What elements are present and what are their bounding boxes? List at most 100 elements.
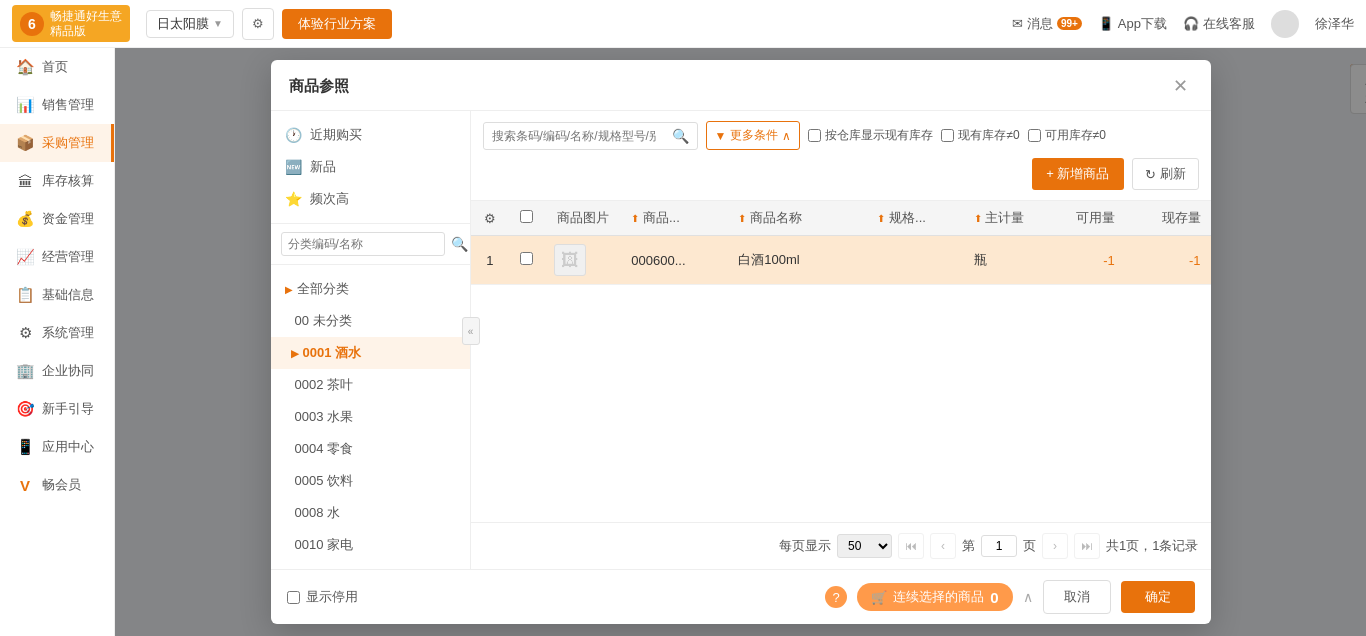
sort-icon: ⬆ — [738, 213, 746, 224]
cat-alcohol[interactable]: ▶ 0001 酒水 — [271, 337, 470, 369]
cat-all[interactable]: ▶ 全部分类 — [271, 273, 470, 305]
nav-selector[interactable]: 日太阳膜 ▼ — [146, 10, 234, 38]
table-row[interactable]: 1 🖼 000600... 白酒100ml — [471, 236, 1211, 285]
col-header-unit[interactable]: ⬆ 主计量 — [964, 201, 1040, 236]
sidebar-label: 新手引导 — [42, 400, 94, 418]
sidebar-item-collab[interactable]: 🏢 企业协同 — [0, 352, 114, 390]
category-search-icon[interactable]: 🔍 — [451, 236, 468, 252]
page-last-button[interactable]: ⏭ — [1074, 533, 1100, 559]
add-product-button[interactable]: + 新增商品 — [1032, 158, 1123, 190]
col-header-available: 可用量 — [1039, 201, 1125, 236]
cat-tea[interactable]: 0002 茶叶 — [271, 369, 470, 401]
settings-icon[interactable]: ⚙ — [242, 8, 274, 40]
cat-drinks[interactable]: 0005 饮料 — [271, 465, 470, 497]
show-disabled-checkbox[interactable] — [287, 591, 300, 604]
cat-uncategorized[interactable]: 00 未分类 — [271, 305, 470, 337]
existing-stock-checkbox[interactable] — [941, 129, 954, 142]
row-checkbox[interactable] — [509, 236, 544, 285]
sidebar-item-system[interactable]: ⚙ 系统管理 — [0, 314, 114, 352]
sidebar-item-home[interactable]: 🏠 首页 — [0, 48, 114, 86]
sidebar-label: 企业协同 — [42, 362, 94, 380]
col-header-code[interactable]: ⬆ 商品... — [621, 201, 728, 236]
row-select-checkbox[interactable] — [520, 252, 533, 265]
refresh-button[interactable]: ↻ 刷新 — [1132, 158, 1199, 190]
warehouse-stock-checkbox[interactable] — [808, 129, 821, 142]
cat-fruit[interactable]: 0003 水果 — [271, 401, 470, 433]
left-panel: 🕐 近期购买 🆕 新品 ⭐ 频次高 « — [271, 111, 471, 569]
cta-button[interactable]: 体验行业方案 — [282, 9, 392, 39]
cat-snacks[interactable]: 0004 零食 — [271, 433, 470, 465]
sidebar-item-inventory[interactable]: 🏛 库存核算 — [0, 162, 114, 200]
sidebar-item-base[interactable]: 📋 基础信息 — [0, 276, 114, 314]
logo-area[interactable]: 6 畅捷通好生意 精品版 — [12, 5, 130, 42]
app-download-btn[interactable]: 📱 App下载 — [1098, 15, 1167, 33]
sidebar-label: 基础信息 — [42, 286, 94, 304]
filter-label: 更多条件 — [730, 127, 778, 144]
modal-header: 商品参照 ✕ — [271, 60, 1211, 111]
row-spec — [867, 236, 963, 285]
collab-icon: 🏢 — [16, 362, 34, 380]
confirm-button[interactable]: 确定 — [1121, 581, 1195, 613]
modal-overlay: 商品参照 ✕ 🕐 近期购买 🆕 新品 — [115, 48, 1366, 636]
sidebar-item-sales[interactable]: 📊 销售管理 — [0, 86, 114, 124]
page-first-button[interactable]: ⏮ — [898, 533, 924, 559]
col-label: 商品名称 — [750, 210, 802, 225]
quick-item-frequent[interactable]: ⭐ 频次高 — [271, 183, 470, 215]
col-header-name[interactable]: ⬆ 商品名称 — [728, 201, 867, 236]
appcenter-icon: 📱 — [16, 438, 34, 456]
cat-water[interactable]: 0008 水 — [271, 497, 470, 529]
right-panel: 🔍 ▼ 更多条件 ∧ 按仓库显示现有库存 — [471, 111, 1211, 569]
settings-icon[interactable]: ⚙ — [484, 211, 496, 226]
row-stock: -1 — [1125, 236, 1211, 285]
col-header-image: 商品图片 — [544, 201, 621, 236]
checkbox-available-stock[interactable]: 可用库存≠0 — [1028, 127, 1106, 144]
sidebar-item-purchase[interactable]: 📦 采购管理 — [0, 124, 114, 162]
online-service-btn[interactable]: 🎧 在线客服 — [1183, 15, 1255, 33]
col-header-spec[interactable]: ⬆ 规格... — [867, 201, 963, 236]
sidebar-item-finance[interactable]: 💰 资金管理 — [0, 200, 114, 238]
quick-item-recent[interactable]: 🕐 近期购买 — [271, 119, 470, 151]
collapse-panel-button[interactable]: « — [462, 317, 480, 345]
sidebar-label: 系统管理 — [42, 324, 94, 342]
cart-area[interactable]: 🛒 连续选择的商品 0 — [857, 583, 1012, 611]
select-all-checkbox[interactable] — [520, 210, 533, 223]
page-number-input[interactable] — [981, 535, 1017, 557]
messages-btn[interactable]: ✉ 消息 99+ — [1012, 15, 1082, 33]
logo-icon: 6 — [20, 12, 44, 36]
page-next-button[interactable]: › — [1042, 533, 1068, 559]
quick-item-new[interactable]: 🆕 新品 — [271, 151, 470, 183]
row-available: -1 — [1039, 236, 1125, 285]
col-label: 商品... — [643, 210, 680, 225]
page-size-select[interactable]: 50 20 100 — [837, 534, 892, 558]
username: 徐泽华 — [1315, 15, 1354, 33]
cat-appliances[interactable]: 0010 家电 — [271, 529, 470, 561]
show-disabled-checkbox-label[interactable]: 显示停用 — [287, 588, 358, 606]
col-label: 可用量 — [1076, 210, 1115, 225]
inventory-icon: 🏛 — [16, 172, 34, 190]
avatar[interactable] — [1271, 10, 1299, 38]
sidebar-item-appcenter[interactable]: 📱 应用中心 — [0, 428, 114, 466]
page-prev-button[interactable]: ‹ — [930, 533, 956, 559]
logo-text: 畅捷通好生意 精品版 — [50, 9, 122, 38]
sidebar-label: 畅会员 — [42, 476, 81, 494]
collapse-cart-icon[interactable]: ∧ — [1023, 589, 1033, 605]
purchase-icon: 📦 — [16, 134, 34, 152]
search-submit-button[interactable]: 🔍 — [664, 123, 697, 149]
modal-close-button[interactable]: ✕ — [1169, 74, 1193, 98]
checkbox-existing-stock[interactable]: 现有库存≠0 — [941, 127, 1019, 144]
available-stock-checkbox[interactable] — [1028, 129, 1041, 142]
checkbox-warehouse-stock[interactable]: 按仓库显示现有库存 — [808, 127, 933, 144]
sidebar-item-operations[interactable]: 📈 经营管理 — [0, 238, 114, 276]
category-search-input[interactable] — [281, 232, 445, 256]
product-search-input[interactable] — [484, 124, 664, 148]
help-icon[interactable]: ? — [825, 586, 847, 608]
row-name: 白酒100ml — [728, 236, 867, 285]
sidebar-item-member[interactable]: V 畅会员 — [0, 466, 114, 504]
filter-button[interactable]: ▼ 更多条件 ∧ — [706, 121, 801, 150]
checkbox-label: 现有库存≠0 — [958, 127, 1019, 144]
pagination: 每页显示 50 20 100 ⏮ ‹ 第 页 › ⏭ 共1页，1条记录 — [471, 522, 1211, 569]
cancel-button[interactable]: 取消 — [1043, 580, 1111, 614]
sidebar-item-guide[interactable]: 🎯 新手引导 — [0, 390, 114, 428]
modal-title: 商品参照 — [289, 77, 349, 96]
sidebar-label: 资金管理 — [42, 210, 94, 228]
